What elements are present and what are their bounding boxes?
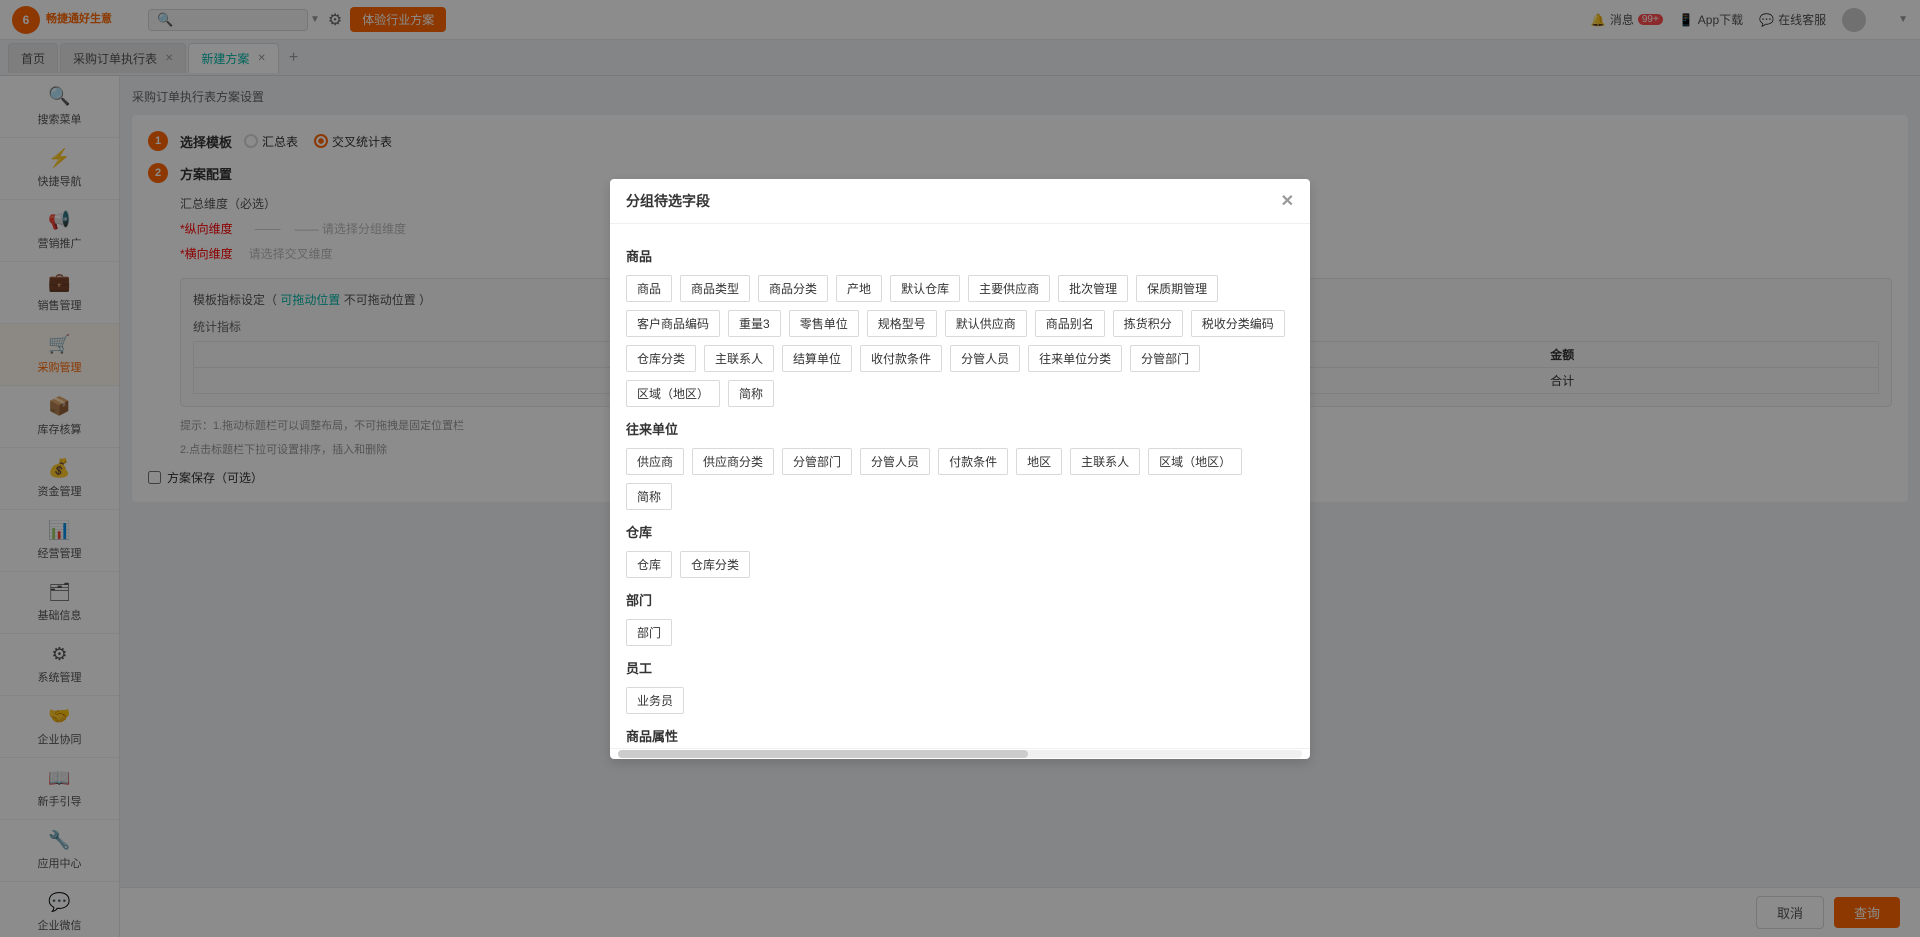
modal-title: 分组待选字段 [626, 191, 710, 211]
modal-fields-group: 商品商品类型商品分类产地默认仓库主要供应商批次管理保质期管理客户商品编码重量3 零… [626, 275, 1294, 407]
modal-field-tag[interactable]: 商品分类 [758, 275, 828, 302]
modal-field-tag[interactable]: 保质期管理 [1136, 275, 1218, 302]
modal-body[interactable]: 商品商品商品类型商品分类产地默认仓库主要供应商批次管理保质期管理客户商品编码重量… [610, 224, 1310, 749]
modal-fields-group: 部门 [626, 619, 1294, 646]
horizontal-scrollbar[interactable] [618, 750, 1302, 758]
modal: 分组待选字段 ✕ 商品商品商品类型商品分类产地默认仓库主要供应商批次管理保质期管… [610, 179, 1310, 759]
modal-section-title: 商品属性 [626, 726, 1294, 745]
modal-field-tag[interactable]: 付款条件 [938, 448, 1008, 475]
modal-field-tag[interactable]: 业务员 [626, 687, 684, 714]
modal-sections: 商品商品商品类型商品分类产地默认仓库主要供应商批次管理保质期管理客户商品编码重量… [626, 246, 1294, 749]
modal-section-title: 员工 [626, 658, 1294, 677]
modal-fields-group: 业务员 [626, 687, 1294, 714]
modal-footer-scrollbar [610, 748, 1310, 758]
modal-field-tag[interactable]: 部门 [626, 619, 672, 646]
modal-field-tag[interactable]: 默认仓库 [890, 275, 960, 302]
modal-field-tag[interactable]: 规格型号 [867, 310, 937, 337]
modal-field-tag[interactable]: 商品 [626, 275, 672, 302]
modal-field-tag[interactable]: 主要供应商 [968, 275, 1050, 302]
modal-field-tag[interactable]: 重量3 [728, 310, 781, 337]
modal-field-tag[interactable]: 批次管理 [1058, 275, 1128, 302]
modal-field-tag[interactable]: 往来单位分类 [1028, 345, 1122, 372]
modal-header: 分组待选字段 ✕ [610, 179, 1310, 224]
modal-field-tag[interactable]: 收付款条件 [860, 345, 942, 372]
modal-section-title: 仓库 [626, 522, 1294, 541]
modal-section-title: 往来单位 [626, 419, 1294, 438]
modal-field-tag[interactable]: 仓库 [626, 551, 672, 578]
modal-field-tag[interactable]: 分管人员 [860, 448, 930, 475]
modal-field-tag[interactable]: 商品类型 [680, 275, 750, 302]
modal-field-tag[interactable]: 供应商 [626, 448, 684, 475]
modal-fields-group: 供应商供应商分类分管部门分管人员付款条件地区主联系人区域（地区） 简称 [626, 448, 1294, 510]
modal-field-tag[interactable]: 仓库分类 [680, 551, 750, 578]
modal-field-tag[interactable]: 分管部门 [782, 448, 852, 475]
modal-field-tag[interactable]: 供应商分类 [692, 448, 774, 475]
modal-field-tag[interactable]: 零售单位 [789, 310, 859, 337]
modal-section-title: 商品 [626, 246, 1294, 265]
modal-field-tag[interactable]: 拣货积分 [1113, 310, 1183, 337]
modal-field-tag[interactable]: 主联系人 [704, 345, 774, 372]
modal-field-tag[interactable]: 区域（地区） [1148, 448, 1242, 475]
modal-field-tag[interactable]: 产地 [836, 275, 882, 302]
modal-field-tag[interactable]: 简称 [626, 483, 672, 510]
modal-field-tag[interactable]: 分管人员 [950, 345, 1020, 372]
modal-fields-group: 仓库仓库分类 [626, 551, 1294, 578]
modal-field-tag[interactable]: 税收分类编码 [1191, 310, 1285, 337]
modal-field-tag[interactable]: 结算单位 [782, 345, 852, 372]
modal-field-tag[interactable]: 主联系人 [1070, 448, 1140, 475]
modal-section-title: 部门 [626, 590, 1294, 609]
modal-field-tag[interactable]: 默认供应商 [945, 310, 1027, 337]
modal-field-tag[interactable]: 分管部门 [1130, 345, 1200, 372]
h-scrollbar-thumb [618, 750, 1028, 758]
modal-field-tag[interactable]: 商品别名 [1035, 310, 1105, 337]
modal-close-btn[interactable]: ✕ [1281, 191, 1294, 211]
modal-field-tag[interactable]: 客户商品编码 [626, 310, 720, 337]
modal-field-tag[interactable]: 仓库分类 [626, 345, 696, 372]
modal-field-tag[interactable]: 区域（地区） [626, 380, 720, 407]
modal-field-tag[interactable]: 简称 [728, 380, 774, 407]
modal-overlay: 分组待选字段 ✕ 商品商品商品类型商品分类产地默认仓库主要供应商批次管理保质期管… [0, 0, 1920, 937]
modal-field-tag[interactable]: 地区 [1016, 448, 1062, 475]
